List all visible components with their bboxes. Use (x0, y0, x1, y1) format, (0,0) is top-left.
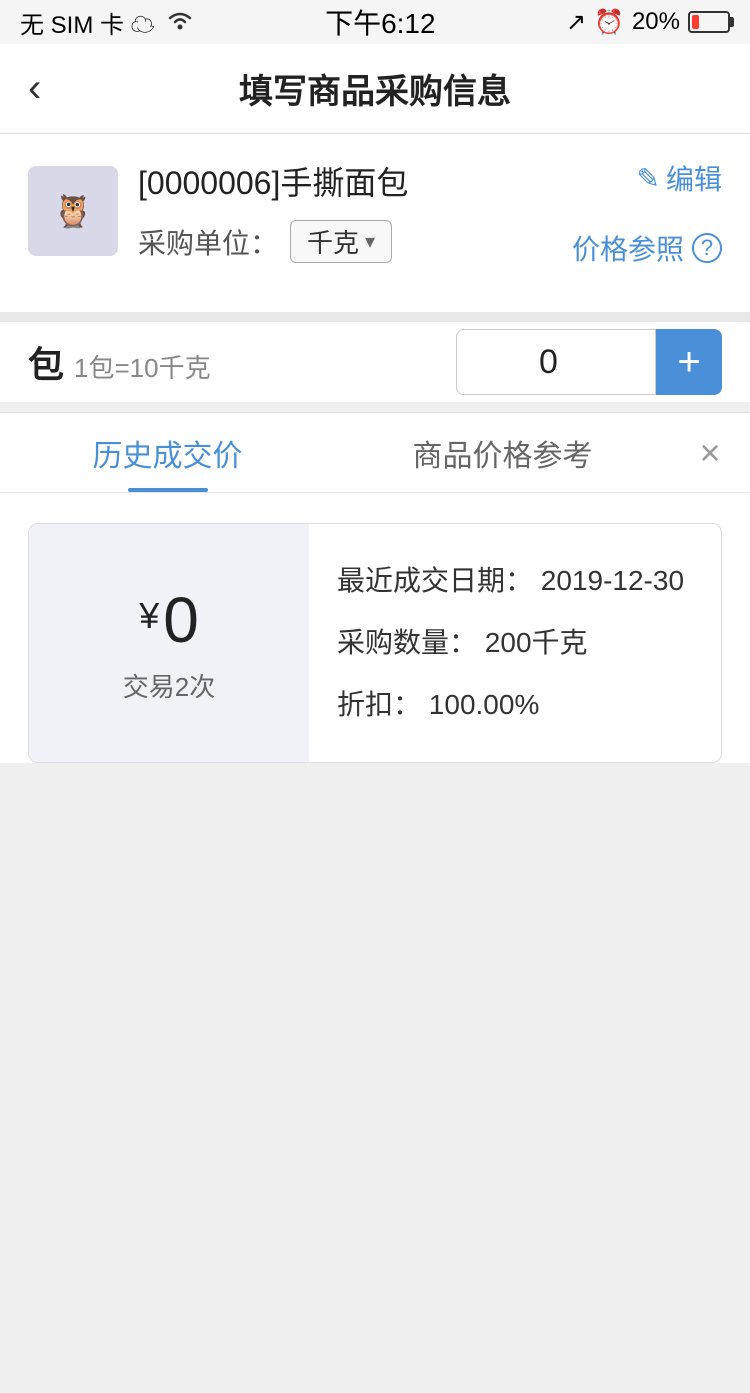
price-card-right: 最近成交日期： 2019-12-30 采购数量： 200千克 折扣： 100.0… (309, 524, 721, 762)
recent-date-value: 2019-12-30 (541, 565, 684, 596)
alarm-icon: ⏰ (594, 8, 624, 37)
quantity-section: 包 1包=10千克 + (0, 312, 750, 402)
edit-icon: ✎ (637, 162, 660, 195)
unit-label: 采购单位： (138, 222, 278, 262)
unit-value: 千克 (307, 223, 359, 260)
discount-label: 折扣： (337, 689, 421, 720)
quantity-plus-button[interactable]: + (656, 329, 722, 395)
tabs-header: 历史成交价 商品价格参考 × (0, 413, 750, 493)
tab-price-ref-label: 商品价格参考 (413, 431, 593, 475)
qty-row-value: 200千克 (485, 627, 588, 658)
price-card-left: ¥ 0 交易2次 (29, 524, 309, 762)
price-amount: 0 (163, 583, 199, 657)
product-thumbnail: 🦉 (28, 166, 118, 256)
nav-bar: ‹ 填写商品采购信息 (0, 44, 750, 134)
wifi-icon (165, 8, 195, 37)
plus-icon: + (677, 340, 700, 385)
trade-count: 交易2次 (123, 667, 215, 704)
page-title: 填写商品采购信息 (239, 64, 511, 113)
recent-date-row: 最近成交日期： 2019-12-30 (337, 560, 693, 602)
sim-label: 无 SIM 卡 ☁ (20, 5, 155, 40)
product-name: [0000006]手撕面包 (138, 158, 408, 204)
location-icon: ↗ (566, 8, 586, 37)
recent-date-label: 最近成交日期： (337, 565, 533, 596)
tab-price-ref[interactable]: 商品价格参考 (335, 413, 670, 492)
product-thumb-icon: 🦉 (53, 192, 93, 230)
edit-button[interactable]: ✎ 编辑 (637, 158, 722, 198)
product-header: 🦉 [0000006]手撕面包 采购单位： 千克 ▾ ✎ 编辑 价格参照 (28, 158, 722, 268)
qty-unit-sub: 1包=10千克 (74, 348, 211, 385)
currency-symbol: ¥ (139, 595, 159, 637)
battery-icon (688, 11, 730, 33)
back-button[interactable]: ‹ (28, 66, 41, 111)
product-unit-row: 采购单位： 千克 ▾ (138, 220, 408, 263)
product-section: 🦉 [0000006]手撕面包 采购单位： 千克 ▾ ✎ 编辑 价格参照 (0, 134, 750, 312)
price-ref-button[interactable]: 价格参照 ? (572, 228, 722, 268)
tabs-section: 历史成交价 商品价格参考 × ¥ 0 交易2次 最近成交日期： 2019-12-… (0, 412, 750, 763)
status-left: 无 SIM 卡 ☁ (20, 5, 195, 40)
discount-value: 100.00% (429, 689, 540, 720)
qty-row-label: 采购数量： (337, 627, 477, 658)
tab-close-button[interactable]: × (670, 413, 750, 492)
product-info: [0000006]手撕面包 采购单位： 千克 ▾ (138, 158, 408, 263)
quantity-input[interactable] (456, 329, 656, 395)
tab-history-label: 历史成交价 (93, 431, 243, 475)
dropdown-arrow-icon: ▾ (365, 229, 375, 254)
qty-label-block: 包 1包=10千克 (28, 336, 211, 388)
price-card: ¥ 0 交易2次 最近成交日期： 2019-12-30 采购数量： 200千克 … (28, 523, 722, 763)
discount-row: 折扣： 100.00% (337, 684, 693, 726)
qty-input-block: + (456, 329, 722, 395)
main-content (0, 793, 750, 1393)
tab-history-price[interactable]: 历史成交价 (0, 413, 335, 492)
question-icon: ? (692, 233, 722, 263)
battery-fill (692, 15, 699, 29)
qty-unit-main: 包 (28, 336, 64, 388)
status-time: 下午6:12 (325, 2, 436, 42)
edit-label: 编辑 (666, 158, 722, 198)
unit-dropdown[interactable]: 千克 ▾ (290, 220, 392, 263)
battery-percent: 20% (632, 8, 680, 36)
status-right: ↗ ⏰ 20% (566, 8, 730, 37)
price-ref-label: 价格参照 (572, 228, 684, 268)
product-left: 🦉 [0000006]手撕面包 采购单位： 千克 ▾ (28, 158, 408, 263)
qty-row: 采购数量： 200千克 (337, 622, 693, 664)
price-display: ¥ 0 (139, 583, 199, 657)
status-bar: 无 SIM 卡 ☁ 下午6:12 ↗ ⏰ 20% (0, 0, 750, 44)
